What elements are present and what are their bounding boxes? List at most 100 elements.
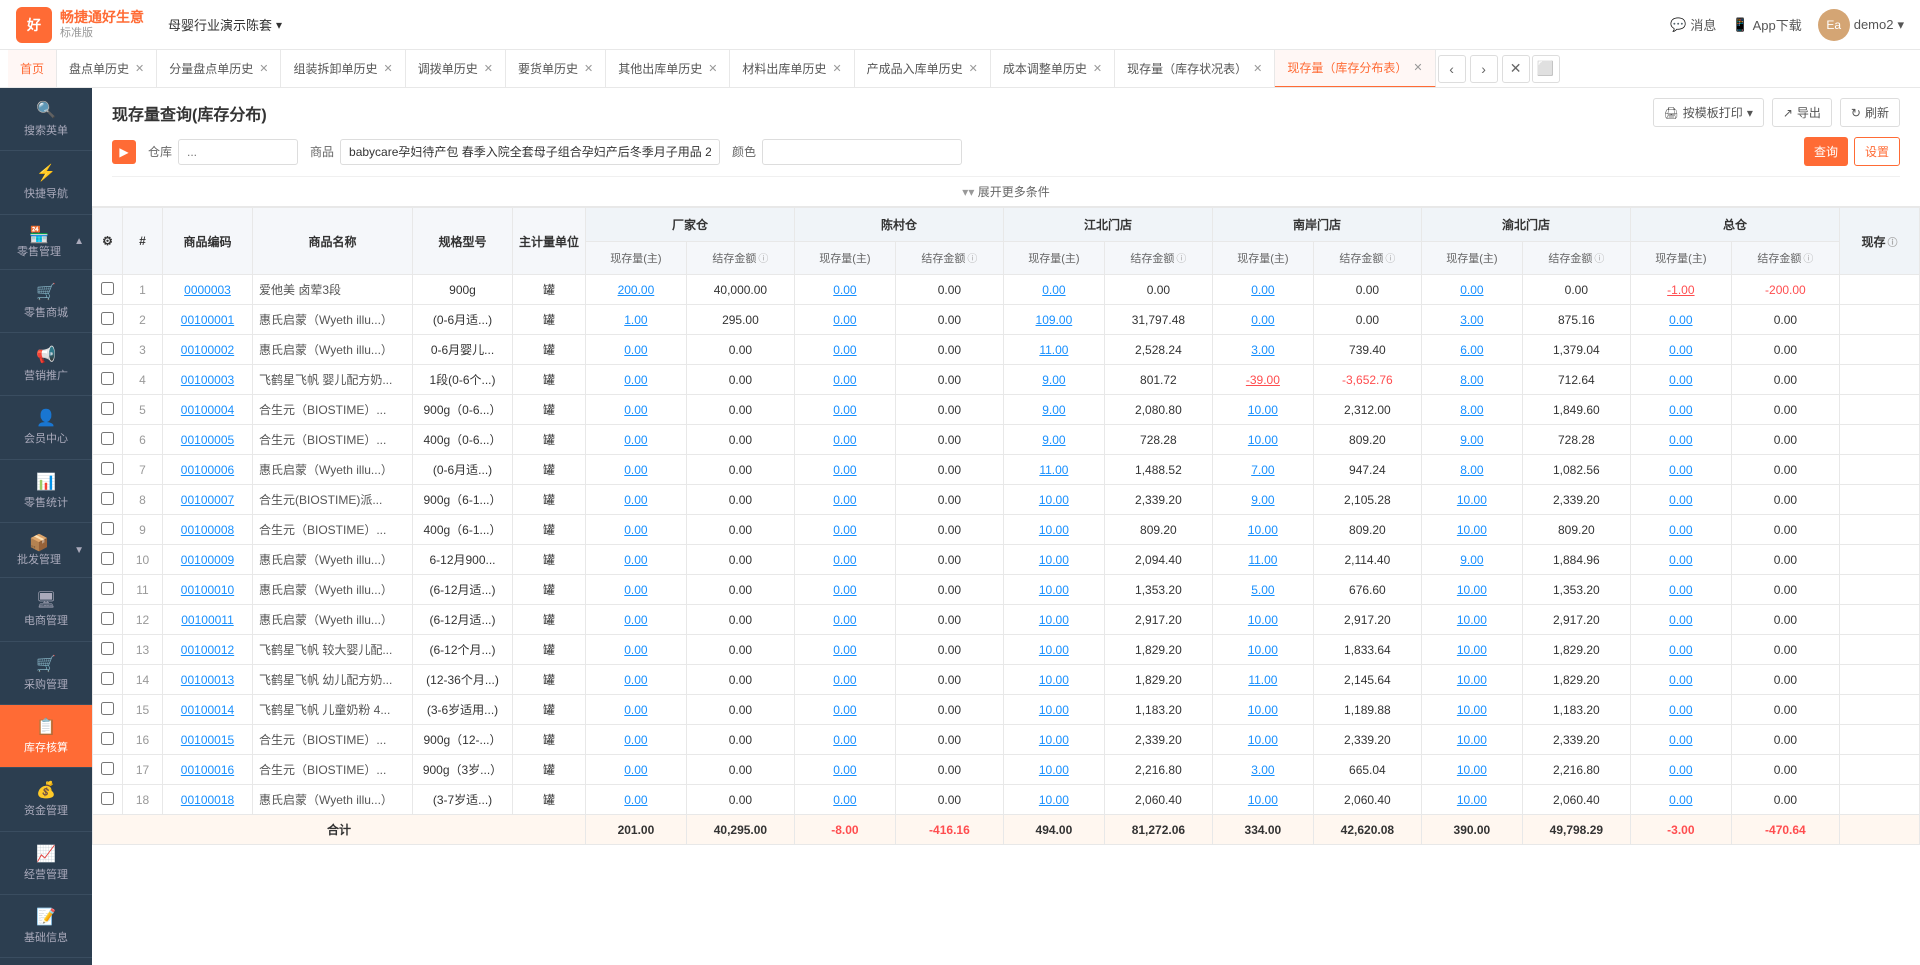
jb-stock[interactable]: 10.00 (1003, 545, 1104, 575)
row-checkbox[interactable] (93, 275, 123, 305)
sidebar-item-member[interactable]: 👤 会员中心 (0, 396, 92, 459)
sidebar-item-finance[interactable]: 💰 资金管理 (0, 768, 92, 831)
row-checkbox[interactable] (93, 755, 123, 785)
product-code[interactable]: 00100014 (163, 695, 253, 725)
lm-stock[interactable]: 0.00 (795, 395, 896, 425)
na-stock[interactable]: 10.00 (1212, 635, 1313, 665)
yb-stock[interactable]: 10.00 (1421, 635, 1522, 665)
row-checkbox[interactable] (93, 575, 123, 605)
product-code[interactable]: 00100007 (163, 485, 253, 515)
lm-stock[interactable]: 0.00 (795, 575, 896, 605)
sidebar-item-system[interactable]: ⚙ 系统管理 (0, 958, 92, 965)
jb-stock[interactable]: 9.00 (1003, 425, 1104, 455)
product-code[interactable]: 0000003 (163, 275, 253, 305)
sidebar-item-retail-stats[interactable]: 📊 零售统计 (0, 460, 92, 523)
product-code[interactable]: 00100002 (163, 335, 253, 365)
na-stock[interactable]: 0.00 (1212, 275, 1313, 305)
row-checkbox[interactable] (93, 665, 123, 695)
tab-cost-adjust[interactable]: 成本调整单历史 ✕ (991, 50, 1115, 88)
sidebar-item-nav[interactable]: ⚡ 快捷导航 (0, 151, 92, 214)
product-code[interactable]: 00100015 (163, 725, 253, 755)
f-stock[interactable]: 0.00 (586, 365, 687, 395)
na-stock[interactable]: 11.00 (1212, 545, 1313, 575)
download-btn[interactable]: 📱 App下载 (1732, 15, 1801, 34)
tab-split-stocktake[interactable]: 分量盘点单历史 ✕ (157, 50, 281, 88)
expand-conditions-row[interactable]: ▾▾ 展开更多条件 (112, 176, 1900, 206)
t-stock[interactable]: 0.00 (1630, 665, 1731, 695)
print-btn[interactable]: 🖨 按模板打印 ▾ (1653, 98, 1764, 127)
yb-stock[interactable]: 8.00 (1421, 395, 1522, 425)
jb-stock[interactable]: 109.00 (1003, 305, 1104, 335)
tab-close-icon[interactable]: ✕ (584, 62, 593, 75)
lm-stock[interactable]: 0.00 (795, 365, 896, 395)
na-stock[interactable]: 10.00 (1212, 605, 1313, 635)
row-checkbox[interactable] (93, 365, 123, 395)
na-stock[interactable]: 10.00 (1212, 395, 1313, 425)
product-code[interactable]: 00100008 (163, 515, 253, 545)
na-stock[interactable]: 10.00 (1212, 695, 1313, 725)
lm-stock[interactable]: 0.00 (795, 725, 896, 755)
table-container[interactable]: ⚙ # 商品编码 商品名称 规格型号 主计量单位 厂家仓 陈村仓 江北门店 南岸… (92, 207, 1920, 965)
na-stock[interactable]: 3.00 (1212, 335, 1313, 365)
tab-close-icon[interactable]: ✕ (1253, 62, 1262, 75)
row-checkbox[interactable] (93, 305, 123, 335)
lm-stock[interactable]: 0.00 (795, 545, 896, 575)
sidebar-item-inventory[interactable]: 📋 库存核算 (0, 705, 92, 768)
yb-stock[interactable]: 8.00 (1421, 455, 1522, 485)
f-stock[interactable]: 1.00 (586, 305, 687, 335)
yb-stock[interactable]: 3.00 (1421, 305, 1522, 335)
yb-stock[interactable]: 8.00 (1421, 365, 1522, 395)
t-stock[interactable]: 0.00 (1630, 425, 1731, 455)
sidebar-item-basic[interactable]: 📝 基础信息 (0, 895, 92, 958)
yb-stock[interactable]: 10.00 (1421, 785, 1522, 815)
na-stock[interactable]: 10.00 (1212, 515, 1313, 545)
tab-stock-status[interactable]: 现存量（库存状况表） ✕ (1115, 50, 1275, 88)
jb-stock[interactable]: 10.00 (1003, 515, 1104, 545)
jb-stock[interactable]: 10.00 (1003, 755, 1104, 785)
t-stock[interactable]: 0.00 (1630, 575, 1731, 605)
tab-close-icon[interactable]: ✕ (384, 62, 393, 75)
row-checkbox[interactable] (93, 515, 123, 545)
tab-next-btn[interactable]: › (1470, 55, 1498, 83)
tab-close-active-icon[interactable]: ✕ (1413, 61, 1422, 74)
sidebar-item-purchase[interactable]: 🛒 采购管理 (0, 642, 92, 705)
lm-stock[interactable]: 0.00 (795, 785, 896, 815)
t-stock[interactable]: 0.00 (1630, 395, 1731, 425)
product-code[interactable]: 00100010 (163, 575, 253, 605)
product-code[interactable]: 00100018 (163, 785, 253, 815)
sidebar-item-search[interactable]: 🔍 搜索英单 (0, 88, 92, 151)
tab-close-icon[interactable]: ✕ (832, 62, 841, 75)
lm-stock[interactable]: 0.00 (795, 515, 896, 545)
tab-expand-btn[interactable]: ⬜ (1532, 55, 1560, 83)
t-stock[interactable]: 0.00 (1630, 545, 1731, 575)
yb-stock[interactable]: 10.00 (1421, 575, 1522, 605)
f-stock[interactable]: 0.00 (586, 725, 687, 755)
tab-transfer[interactable]: 调拨单历史 ✕ (406, 50, 506, 88)
sidebar-item-ecommerce[interactable]: 🖥 电商管理 (0, 578, 92, 641)
tab-other-out[interactable]: 其他出库单历史 ✕ (606, 50, 730, 88)
lm-stock[interactable]: 0.00 (795, 755, 896, 785)
product-code[interactable]: 00100004 (163, 395, 253, 425)
tab-close-icon[interactable]: ✕ (259, 62, 268, 75)
warehouse-input[interactable] (178, 139, 298, 165)
industry-selector[interactable]: 母婴行业演示陈套 ▾ (168, 15, 282, 34)
sidebar-item-marketing[interactable]: 📢 营销推广 (0, 333, 92, 396)
product-code[interactable]: 00100013 (163, 665, 253, 695)
row-checkbox[interactable] (93, 545, 123, 575)
jb-stock[interactable]: 10.00 (1003, 485, 1104, 515)
na-stock[interactable]: 10.00 (1212, 725, 1313, 755)
export-btn[interactable]: ↗ 导出 (1772, 98, 1832, 127)
f-stock[interactable]: 0.00 (586, 335, 687, 365)
f-stock[interactable]: 0.00 (586, 395, 687, 425)
yb-stock[interactable]: 6.00 (1421, 335, 1522, 365)
lm-stock[interactable]: 0.00 (795, 335, 896, 365)
na-stock[interactable]: -39.00 (1212, 365, 1313, 395)
filter-toggle-btn[interactable]: ▶ (112, 140, 136, 164)
f-stock[interactable]: 0.00 (586, 785, 687, 815)
f-stock[interactable]: 0.00 (586, 455, 687, 485)
sidebar-item-retail-mall[interactable]: 🛒 零售商城 (0, 270, 92, 333)
f-stock[interactable]: 0.00 (586, 605, 687, 635)
yb-stock[interactable]: 0.00 (1421, 275, 1522, 305)
t-stock[interactable]: 0.00 (1630, 725, 1731, 755)
row-checkbox[interactable] (93, 605, 123, 635)
